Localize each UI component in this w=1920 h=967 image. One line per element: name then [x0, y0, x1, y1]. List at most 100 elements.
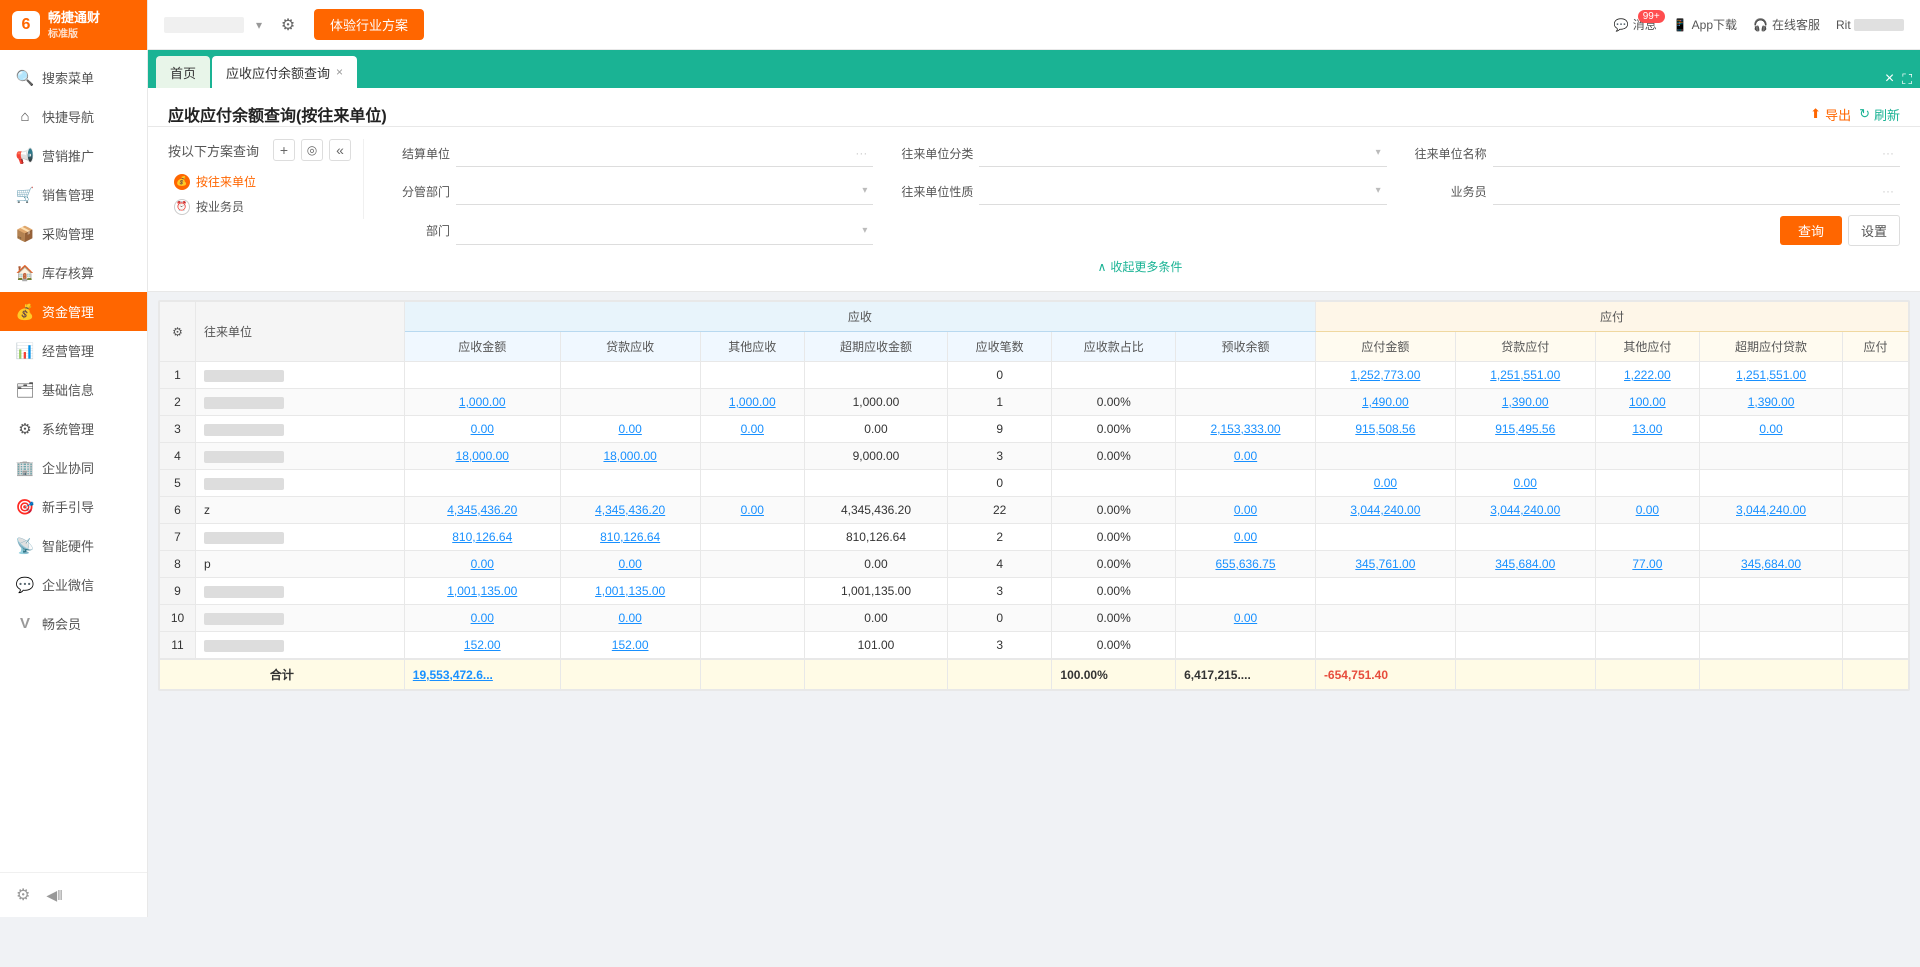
window-close-icon[interactable]: ×: [1885, 70, 1894, 88]
tab-ar[interactable]: 应收应付余额查询 ×: [212, 56, 357, 88]
cell-loan-ar: 810,126.64: [560, 524, 700, 551]
cell-overdue-ap: [1700, 470, 1843, 497]
tab-close-icon[interactable]: ×: [336, 65, 343, 79]
add-scheme-btn[interactable]: +: [273, 139, 295, 161]
partner-name-input[interactable]: ···: [1493, 139, 1900, 167]
filter-label-dept-mgr: 分管部门: [380, 183, 450, 200]
sidebar-item-label: 资金管理: [42, 302, 94, 321]
sidebar-item-label: 智能硬件: [42, 536, 94, 555]
sidebar-item-marketing[interactable]: 📢 营销推广: [0, 136, 147, 175]
filter-partner-category: 往来单位分类 ▾: [893, 139, 1386, 167]
tab-home[interactable]: 首页: [156, 56, 210, 88]
table-row: 5 0 0.00 0.00: [160, 470, 1909, 497]
cell-loan-ap: 0.00: [1455, 470, 1595, 497]
th-settings[interactable]: ⚙: [160, 302, 196, 362]
scheme-employee-icon: ⏰: [174, 199, 190, 215]
sidebar-item-newbie[interactable]: 🎯 新手引导: [0, 487, 147, 526]
sidebar-item-corp[interactable]: 🏢 企业协同: [0, 448, 147, 487]
cell-partner: [196, 524, 405, 551]
cell-ap-extra: [1843, 605, 1909, 632]
refresh-btn[interactable]: ↻ 刷新: [1859, 105, 1900, 124]
collapse-scheme-btn[interactable]: «: [329, 139, 351, 161]
cell-overdue-ar: 0.00: [805, 416, 948, 443]
scheme-by-partner[interactable]: 💰 按往来单位: [168, 169, 351, 194]
sidebar-item-quick[interactable]: ⌂ 快捷导航: [0, 97, 147, 136]
footer-prepay: 6,417,215....: [1176, 659, 1316, 690]
scheme-by-employee[interactable]: ⏰ 按业务员: [168, 194, 351, 219]
th-loan-ap: 贷款应付: [1455, 332, 1595, 362]
message-btn[interactable]: 💬 消息 99+: [1614, 16, 1657, 33]
footer-other-ar: [700, 659, 804, 690]
sidebar-item-inventory[interactable]: 🏠 库存核算: [0, 253, 147, 292]
settings-btn[interactable]: 设置: [1848, 215, 1900, 246]
cell-ar-count: 22: [947, 497, 1051, 524]
cell-loan-ar: [560, 362, 700, 389]
sidebar-item-label: 新手引导: [42, 497, 94, 516]
cell-partner: p: [196, 551, 405, 578]
cell-ar-ratio: 0.00%: [1052, 551, 1176, 578]
sidebar-item-hardware[interactable]: 📡 智能硬件: [0, 526, 147, 565]
topbar-gear-icon[interactable]: ⚙: [274, 11, 302, 39]
sidebar-item-wechat[interactable]: 💬 企业微信: [0, 565, 147, 604]
cell-ap-extra: [1843, 362, 1909, 389]
partner-nature-select[interactable]: ▾: [979, 177, 1386, 205]
footer-overdue-ap: [1700, 659, 1843, 690]
service-btn[interactable]: 🎧 在线客服: [1753, 16, 1820, 33]
app-download-btn[interactable]: 📱 App下载: [1673, 16, 1737, 33]
window-expand-icon[interactable]: ⛶: [1902, 71, 1912, 88]
collapse-more-btn[interactable]: ∧ 收起更多条件: [1098, 258, 1183, 275]
cell-loan-ap: [1455, 578, 1595, 605]
logo-text-block: 畅捷通财 标准版: [48, 10, 100, 41]
cell-prepay: [1176, 470, 1316, 497]
cell-loan-ar: 4,345,436.20: [560, 497, 700, 524]
target-scheme-btn[interactable]: ◎: [301, 139, 323, 161]
salesperson-input[interactable]: ···: [1493, 177, 1900, 205]
cell-prepay: [1176, 362, 1316, 389]
sidebar-item-finance[interactable]: 💰 资金管理: [0, 292, 147, 331]
sidebar-item-system[interactable]: ⚙ 系统管理: [0, 409, 147, 448]
th-ap-amount: 应付金额: [1315, 332, 1455, 362]
cell-overdue-ar: 1,001,135.00: [805, 578, 948, 605]
corp-icon: 🏢: [16, 459, 34, 477]
dept-manager-select[interactable]: ▾: [456, 177, 873, 205]
app-label: App下载: [1692, 16, 1737, 33]
sidebar-item-purchase[interactable]: 📦 采购管理: [0, 214, 147, 253]
cell-other-ar: [700, 605, 804, 632]
cell-ar-count: 9: [947, 416, 1051, 443]
sidebar-item-search[interactable]: 🔍 搜索菜单: [0, 58, 147, 97]
cell-ar-amount: 18,000.00: [404, 443, 560, 470]
settings-footer-icon[interactable]: ⚙: [16, 885, 30, 905]
export-icon: ⬆: [1810, 106, 1821, 122]
dept-select[interactable]: ▾: [456, 217, 873, 245]
cell-ar-ratio: 0.00%: [1052, 605, 1176, 632]
breadcrumb: [164, 17, 244, 33]
th-ar-count: 应收笔数: [947, 332, 1051, 362]
sidebar-item-sales[interactable]: 🛒 销售管理: [0, 175, 147, 214]
message-badge: 99+: [1638, 10, 1665, 23]
industry-btn[interactable]: 体验行业方案: [314, 9, 424, 40]
cell-seq: 5: [160, 470, 196, 497]
cell-ap-amount: 1,252,773.00: [1315, 362, 1455, 389]
sidebar-item-basic[interactable]: 🗂 基础信息: [0, 370, 147, 409]
cell-other-ap: 0.00: [1595, 497, 1699, 524]
settlement-unit-input[interactable]: ···: [456, 139, 873, 167]
sidebar-item-member[interactable]: V 畅会员: [0, 604, 147, 643]
cell-seq: 4: [160, 443, 196, 470]
collapse-icon[interactable]: ◀‖: [46, 887, 63, 904]
filter-section: 按以下方案查询 + ◎ « 💰 按往来单位 ⏰ 按业务员: [148, 127, 1920, 292]
cell-loan-ar: 18,000.00: [560, 443, 700, 470]
partner-category-select[interactable]: ▾: [979, 139, 1386, 167]
export-btn[interactable]: ⬆ 导出: [1810, 105, 1851, 124]
th-ar-group: 应收: [404, 302, 1315, 332]
cell-ar-amount: [404, 362, 560, 389]
finance-icon: 💰: [16, 303, 34, 321]
sidebar-item-operation[interactable]: 📊 经营管理: [0, 331, 147, 370]
app-icon: 📱: [1673, 18, 1688, 32]
cell-loan-ar: 152.00: [560, 632, 700, 660]
cell-overdue-ap: 1,390.00: [1700, 389, 1843, 416]
cell-loan-ar: 1,001,135.00: [560, 578, 700, 605]
cell-partner: [196, 578, 405, 605]
query-btn[interactable]: 查询: [1780, 216, 1842, 245]
page-actions: ⬆ 导出 ↻ 刷新: [1810, 105, 1900, 124]
cell-prepay: [1176, 632, 1316, 660]
